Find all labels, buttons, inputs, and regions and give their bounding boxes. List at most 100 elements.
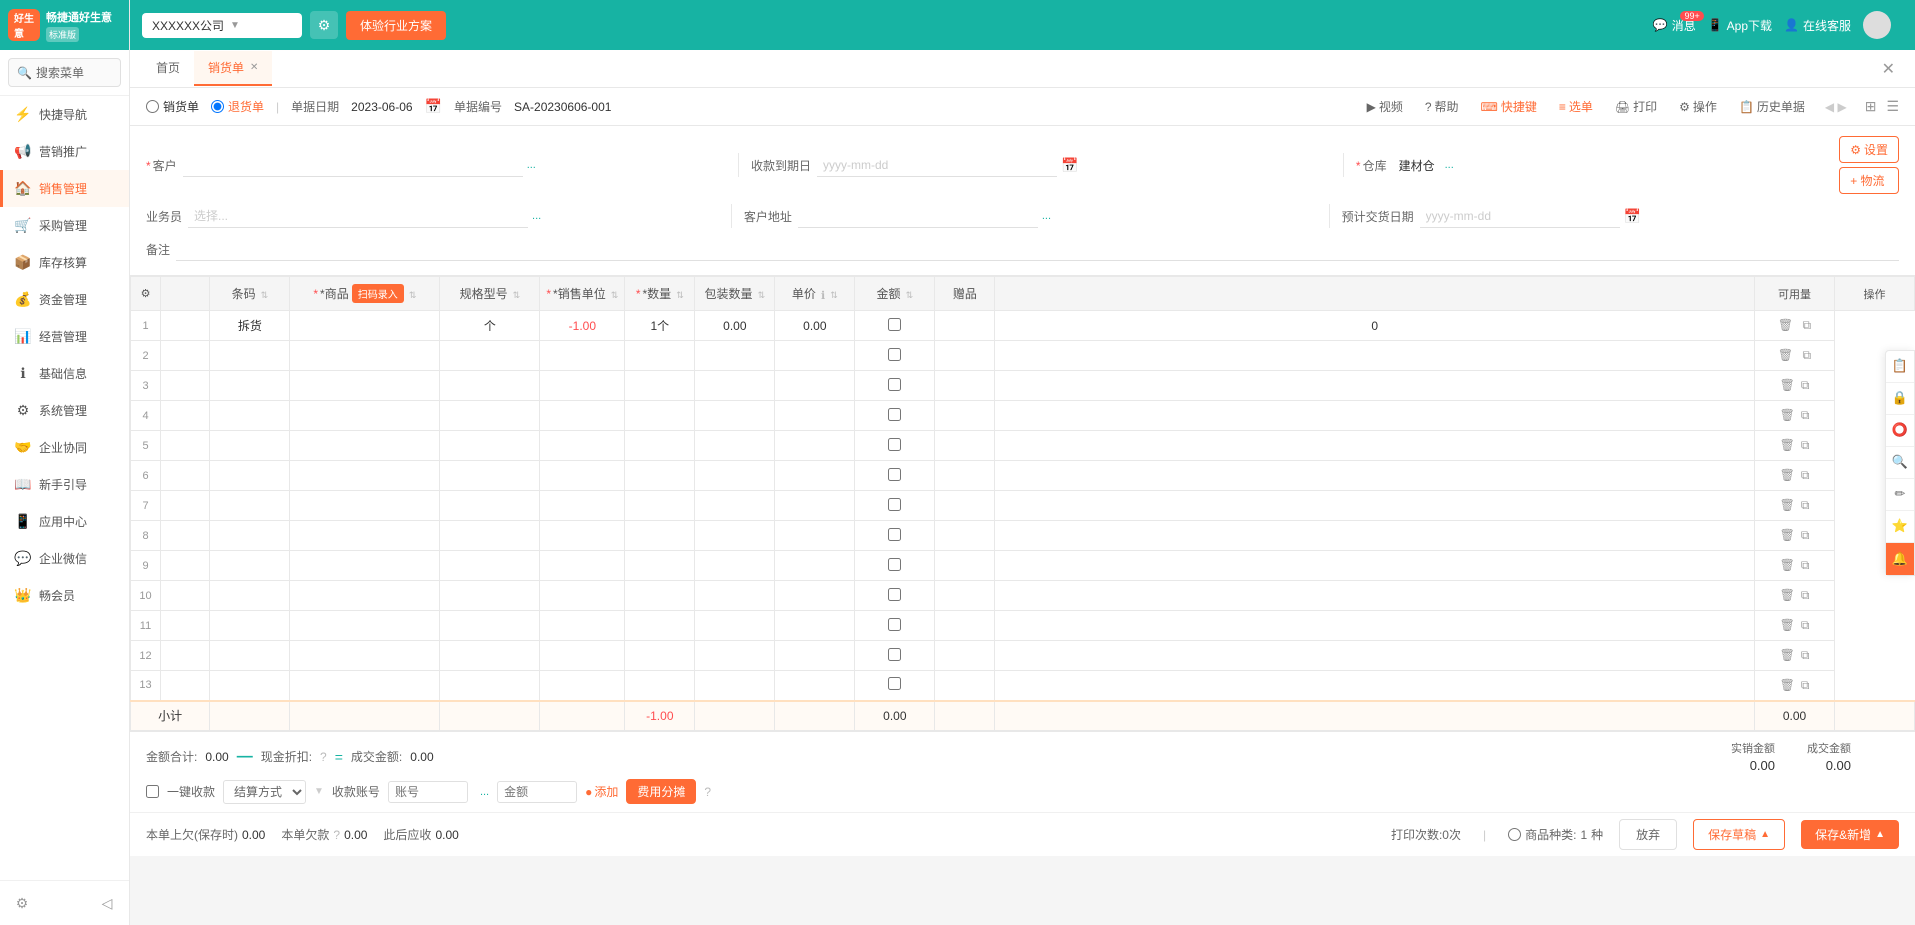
gift-cell[interactable] <box>855 311 935 341</box>
delete-row-icon[interactable]: 🗑 <box>1780 438 1795 452</box>
sidebar-item-finance[interactable]: 💰 资金管理 <box>0 281 129 318</box>
delete-row-icon[interactable]: 🗑 <box>1780 678 1795 692</box>
help-btn[interactable]: ? 帮助 <box>1419 96 1465 117</box>
salesperson-more-btn[interactable]: ... <box>528 210 541 222</box>
qty-cell[interactable]: -1.00 <box>540 311 625 341</box>
expense-help-icon[interactable]: ? <box>704 785 711 799</box>
scan-btn[interactable]: 扫码录入 <box>352 284 404 303</box>
online-service-btn[interactable]: 👤 在线客服 <box>1784 17 1851 34</box>
copy-row-icon[interactable]: ⧉ <box>1801 438 1810 452</box>
expected-calendar-icon[interactable]: 📅 <box>1620 208 1641 225</box>
delete-row-icon[interactable]: 🗑 <box>1780 378 1795 392</box>
right-panel-search[interactable]: 🔍 <box>1886 447 1914 479</box>
right-panel-star[interactable]: ⭐ <box>1886 511 1914 543</box>
expense-split-btn[interactable]: 费用分摊 <box>626 779 696 804</box>
sidebar-item-collab[interactable]: 🤝 企业协同 <box>0 429 129 466</box>
delete-row-icon[interactable]: 🗑 <box>1780 588 1795 602</box>
payment-amount-input[interactable] <box>497 781 577 803</box>
trial-btn[interactable]: 体验行业方案 <box>346 11 446 40</box>
delete-row-icon[interactable]: 🗑 <box>1780 528 1795 542</box>
copy-row-icon[interactable]: ⧉ <box>1803 348 1812 362</box>
layout-grid-btn[interactable]: ⊞ <box>1865 98 1877 115</box>
salesperson-input[interactable] <box>188 205 528 228</box>
delete-row-icon[interactable]: 🗑 <box>1780 648 1795 662</box>
price-info-icon[interactable]: ℹ <box>821 290 825 302</box>
copy-row-icon[interactable]: ⧉ <box>1801 408 1810 422</box>
spec-cell[interactable] <box>290 311 440 341</box>
sidebar-item-wechat[interactable]: 💬 企业微信 <box>0 540 129 577</box>
delete-row-icon[interactable]: 🗑 <box>1780 408 1795 422</box>
copy-row-icon[interactable]: ⧉ <box>1801 528 1810 542</box>
right-panel-bell[interactable]: 🔔 <box>1886 543 1914 575</box>
close-all-tabs-btn[interactable]: ✕ <box>1874 59 1903 79</box>
barcode-cell[interactable] <box>161 311 210 341</box>
addr-more-btn[interactable]: ... <box>1038 210 1051 222</box>
message-btn[interactable]: 💬 消息 99+ <box>1653 17 1696 34</box>
shortcut-btn[interactable]: ⌨ 快捷键 <box>1475 96 1543 117</box>
sidebar-collapse-btn[interactable]: ◁ <box>93 889 121 917</box>
copy-row-icon[interactable]: ⧉ <box>1801 618 1810 632</box>
abandon-btn[interactable]: 放弃 <box>1619 819 1677 850</box>
sidebar-item-operations[interactable]: 📊 经营管理 <box>0 318 129 355</box>
logistics-btn[interactable]: + 物流 <box>1839 167 1899 194</box>
sidebar-settings-btn[interactable]: ⚙ <box>8 889 36 917</box>
tab-home[interactable]: 首页 <box>142 51 194 86</box>
sidebar-item-system[interactable]: ⚙ 系统管理 <box>0 392 129 429</box>
unit-cell[interactable]: 个 <box>440 311 540 341</box>
sidebar-item-purchase[interactable]: 🛒 采购管理 <box>0 207 129 244</box>
app-download-btn[interactable]: 📱 App下载 <box>1708 17 1772 34</box>
account-more-btn[interactable]: ... <box>476 786 489 798</box>
sidebar-item-marketing[interactable]: 📢 营销推广 <box>0 133 129 170</box>
collection-date-input[interactable] <box>817 154 1057 177</box>
copy-row-icon[interactable]: ⧉ <box>1801 588 1810 602</box>
product-type-info[interactable]: 商品种类: 1 种 <box>1508 826 1603 843</box>
account-input[interactable] <box>388 781 468 803</box>
price-cell[interactable]: 0.00 <box>695 311 775 341</box>
date-calendar-icon[interactable]: 📅 <box>425 98 442 115</box>
delete-row-icon[interactable]: 🗑 <box>1780 618 1795 632</box>
copy-row-icon[interactable]: ⧉ <box>1801 648 1810 662</box>
remark-input[interactable] <box>176 238 1899 261</box>
copy-row-icon[interactable]: ⧉ <box>1801 378 1810 392</box>
customer-input[interactable] <box>183 154 523 177</box>
sidebar-item-sales[interactable]: 🏠 销售管理 <box>0 170 129 207</box>
one-click-payment-checkbox[interactable] <box>146 785 159 798</box>
sidebar-item-quick-nav[interactable]: ⚡ 快捷导航 <box>0 96 129 133</box>
product-cell[interactable]: 拆货 <box>210 311 290 341</box>
right-panel-edit[interactable]: ✏ <box>1886 479 1914 511</box>
user-avatar[interactable] <box>1863 11 1891 39</box>
remark-cell[interactable] <box>935 311 995 341</box>
customer-addr-input[interactable] <box>798 205 1038 228</box>
print-btn[interactable]: 🖨 打印 <box>1609 96 1663 117</box>
operations-btn[interactable]: ⚙ 操作 <box>1673 96 1723 117</box>
right-panel-lock[interactable]: 🔒 <box>1886 383 1914 415</box>
copy-row-icon[interactable]: ⧉ <box>1801 678 1810 692</box>
delete-row-icon[interactable]: 🗑 <box>1780 558 1795 572</box>
th-settings[interactable]: ⚙ <box>131 277 161 311</box>
search-menu-button[interactable]: 🔍 搜索菜单 <box>8 58 121 87</box>
expected-date-input[interactable] <box>1420 205 1620 228</box>
history-btn[interactable]: 📋 历史单据 <box>1733 96 1811 117</box>
copy-row-icon[interactable]: ⧉ <box>1801 558 1810 572</box>
warehouse-more-btn[interactable]: ... <box>1441 159 1454 171</box>
save-new-btn[interactable]: 保存&新增 ▲ <box>1801 820 1899 849</box>
copy-row-icon[interactable]: ⧉ <box>1803 318 1812 332</box>
topbar-settings-btn[interactable]: ⚙ <box>310 11 338 39</box>
right-panel-clipboard[interactable]: 📋 <box>1886 351 1914 383</box>
delete-row-icon[interactable]: 🗑 <box>1778 348 1793 362</box>
discount-help-icon[interactable]: ? <box>320 750 327 764</box>
sale-type-radio[interactable]: 销货单 <box>146 98 199 115</box>
pkg-cell[interactable]: 1个 <box>625 311 695 341</box>
tab-close-icon[interactable]: ✕ <box>250 62 258 73</box>
company-selector[interactable]: XXXXXX公司 ▼ <box>142 13 302 38</box>
layout-list-btn[interactable]: ☰ <box>1886 98 1899 115</box>
select-btn[interactable]: ≡ 选单 <box>1553 96 1599 117</box>
copy-row-icon[interactable]: ⧉ <box>1801 498 1810 512</box>
total-owe-help-icon[interactable]: ? <box>333 828 340 842</box>
delete-row-icon[interactable]: 🗑 <box>1780 468 1795 482</box>
right-panel-circle[interactable]: ⭕ <box>1886 415 1914 447</box>
sidebar-item-inventory[interactable]: 📦 库存核算 <box>0 244 129 281</box>
sidebar-item-app-center[interactable]: 📱 应用中心 <box>0 503 129 540</box>
customer-more-btn[interactable]: ... <box>523 159 536 171</box>
sidebar-item-member[interactable]: 👑 畅会员 <box>0 577 129 614</box>
